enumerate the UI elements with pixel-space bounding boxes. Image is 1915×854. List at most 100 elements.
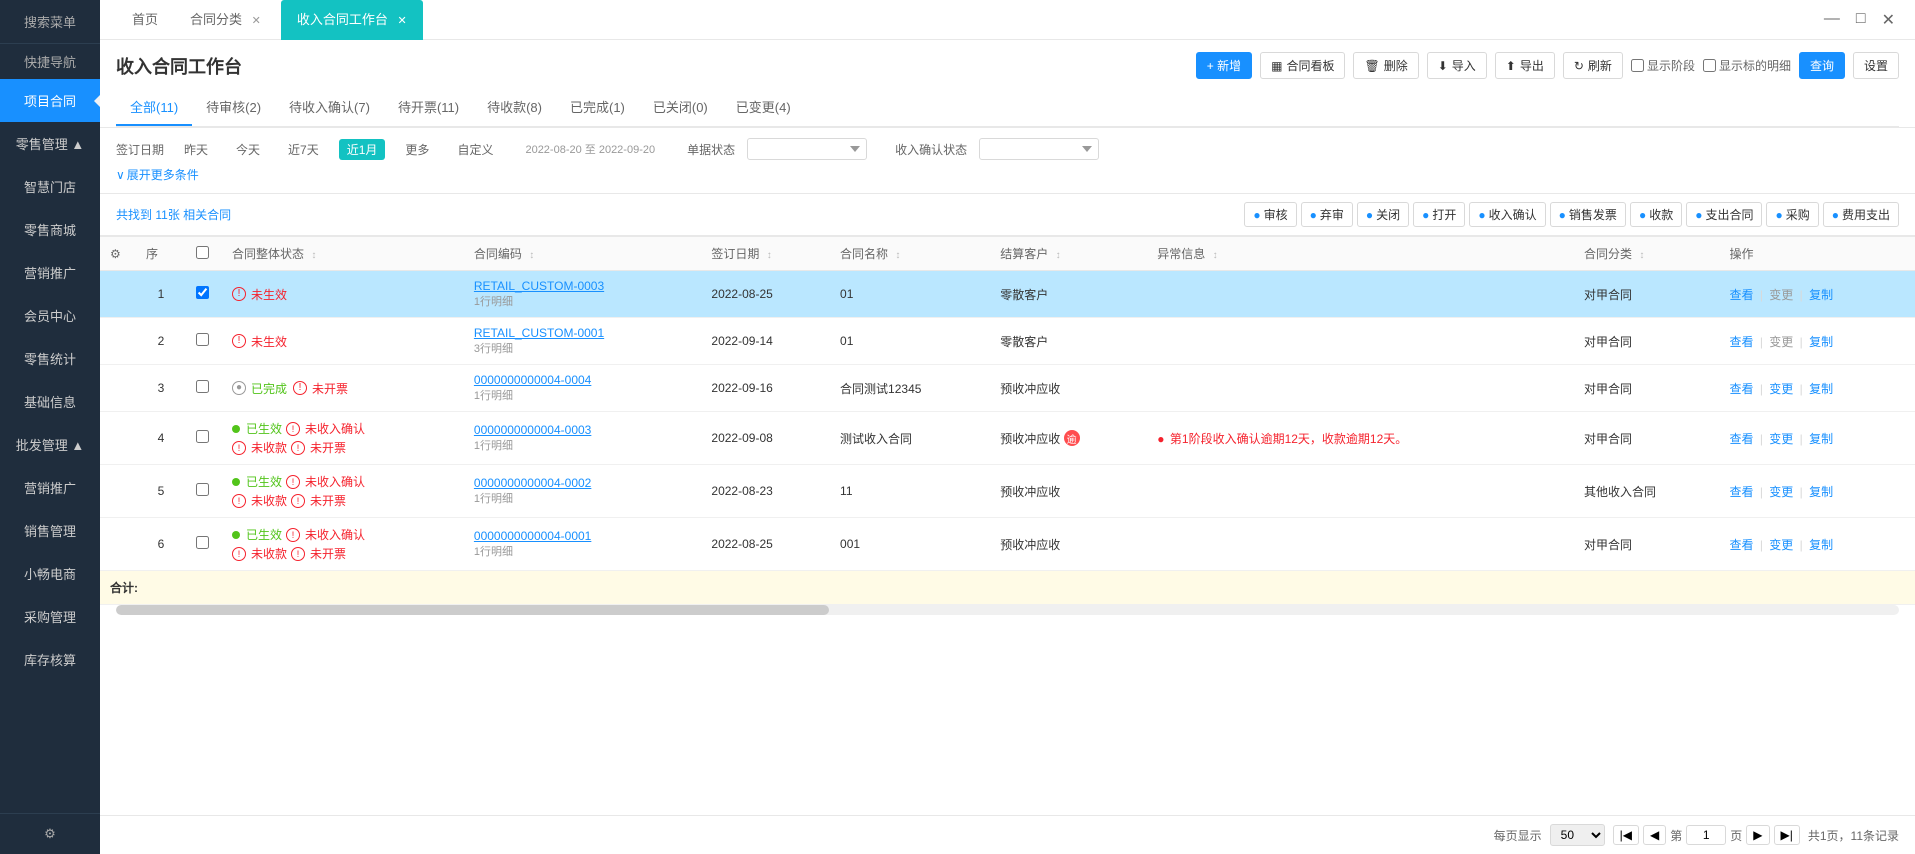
contract-link-1[interactable]: RETAIL_CUSTOM-0003 [474,279,692,293]
sidebar-item-retail-management[interactable]: 零售管理 ▲ [0,122,100,165]
tab-contract-category[interactable]: 合同分类 ✕ [174,0,277,40]
sidebar-item-basic-info[interactable]: 基础信息 [0,380,100,423]
op-copy-1[interactable]: 复制 [1809,288,1833,302]
show-stages-checkbox[interactable] [1631,59,1644,72]
op-view-2[interactable]: 查看 [1729,335,1753,349]
sidebar-settings[interactable]: ⚙ [0,813,100,854]
contract-link-5[interactable]: 0000000000004-0002 [474,476,692,490]
op-view-5[interactable]: 查看 [1729,485,1753,499]
select-all-checkbox[interactable] [196,246,209,259]
contract-link-6[interactable]: 0000000000004-0001 [474,529,692,543]
action-abandon-button[interactable]: ●弃审 [1301,202,1353,227]
page-prev-button[interactable]: ◀ [1643,825,1666,845]
sidebar-item-purchase-mgmt[interactable]: 采购管理 [0,595,100,638]
tab-contract-category-close[interactable]: ✕ [252,15,261,27]
action-review-button[interactable]: ●审核 [1244,202,1296,227]
date-btn-last7[interactable]: 近7天 [280,139,327,160]
row-checkbox-1[interactable] [196,286,209,299]
sidebar-item-wholesale-mgmt[interactable]: 批发管理 ▲ [0,423,100,466]
op-copy-5[interactable]: 复制 [1809,485,1833,499]
show-details-checkbox[interactable] [1703,59,1716,72]
sidebar-item-sales-mgmt[interactable]: 销售管理 [0,509,100,552]
row-checkbox-6[interactable] [196,536,209,549]
status-tab-all[interactable]: 全部(11) [116,89,192,126]
new-button[interactable]: + 新增 [1196,52,1252,79]
status-tab-completed[interactable]: 已完成(1) [556,89,639,126]
sidebar-item-marketing1[interactable]: 营销推广 [0,251,100,294]
sidebar-search[interactable]: 搜索菜单 [0,0,100,44]
op-change-5[interactable]: 变更 [1769,485,1793,499]
sidebar-item-inventory[interactable]: 库存核算 [0,638,100,681]
close-window-button[interactable]: ✕ [1878,10,1899,30]
tab-income-workbench-close[interactable]: ✕ [398,15,407,27]
status-tab-changed[interactable]: 已变更(4) [722,89,805,126]
op-view-1[interactable]: 查看 [1729,288,1753,302]
page-input[interactable] [1686,825,1726,845]
date-btn-today[interactable]: 今天 [228,139,268,160]
refresh-button[interactable]: ↻ 刷新 [1563,52,1623,79]
minimize-button[interactable]: — [1820,10,1844,30]
action-income-confirm-button[interactable]: ●收入确认 [1469,202,1545,227]
status-tab-pending-invoice[interactable]: 待开票(11) [384,89,473,126]
op-view-6[interactable]: 查看 [1729,538,1753,552]
date-btn-more[interactable]: 更多 [397,139,437,160]
settings-button[interactable]: 设置 [1853,52,1899,79]
delete-button[interactable]: 🗑 删除 [1353,52,1418,79]
action-expense-output-button[interactable]: ●费用支出 [1823,202,1899,227]
row-checkbox-4[interactable] [196,430,209,443]
scroll-bar-hint[interactable] [116,605,1899,615]
maximize-button[interactable]: □ [1852,10,1870,30]
page-last-button[interactable]: ▶| [1774,825,1800,845]
doc-status-select[interactable] [747,138,867,160]
import-button[interactable]: ⬇ 导入 [1427,52,1487,79]
tab-home[interactable]: 首页 [116,0,174,40]
sidebar-item-project-contract[interactable]: 项目合同 [0,79,100,122]
page-first-button[interactable]: |◀ [1613,825,1639,845]
action-payment-button[interactable]: ●收款 [1630,202,1682,227]
op-change-4[interactable]: 变更 [1769,432,1793,446]
action-output-contract-button[interactable]: ●支出合同 [1686,202,1762,227]
date-btn-custom[interactable]: 自定义 [449,139,501,160]
status-tab-pending-review[interactable]: 待审核(2) [192,89,275,126]
expand-more-conditions[interactable]: ∨ 展开更多条件 [116,166,199,183]
action-open-button[interactable]: ●打开 [1413,202,1465,227]
op-copy-4[interactable]: 复制 [1809,432,1833,446]
sidebar-item-marketing2[interactable]: 营销推广 [0,466,100,509]
page-size-select[interactable]: 10 20 50 100 [1550,824,1605,846]
tab-income-workbench[interactable]: 收入合同工作台 ✕ [281,0,423,40]
query-button[interactable]: 查询 [1799,52,1845,79]
export-button[interactable]: ⬆ 导出 [1495,52,1555,79]
op-copy-6[interactable]: 复制 [1809,538,1833,552]
op-change-3[interactable]: 变更 [1769,382,1793,396]
date-btn-yesterday[interactable]: 昨天 [176,139,216,160]
sidebar-item-xiaochang[interactable]: 小畅电商 [0,552,100,595]
op-view-4[interactable]: 查看 [1729,432,1753,446]
action-purchase-button[interactable]: ●采购 [1766,202,1818,227]
contract-link-4[interactable]: 0000000000004-0003 [474,423,692,437]
status-tab-pending-payment[interactable]: 待收款(8) [473,89,556,126]
date-btn-last1month[interactable]: 近1月 [339,139,386,160]
row-checkbox-5[interactable] [196,483,209,496]
op-change-1[interactable]: 变更 [1769,288,1793,302]
sidebar-item-member-center[interactable]: 会员中心 [0,294,100,337]
op-change-6[interactable]: 变更 [1769,538,1793,552]
action-sales-invoice-button[interactable]: ●销售发票 [1550,202,1626,227]
contract-link-2[interactable]: RETAIL_CUSTOM-0001 [474,326,692,340]
sidebar-item-retail-stats[interactable]: 零售统计 [0,337,100,380]
action-close-button[interactable]: ●关闭 [1357,202,1409,227]
op-view-3[interactable]: 查看 [1729,382,1753,396]
row-checkbox-2[interactable] [196,333,209,346]
op-copy-3[interactable]: 复制 [1809,382,1833,396]
sidebar-item-retail-mall[interactable]: 零售商城 [0,208,100,251]
op-copy-2[interactable]: 复制 [1809,335,1833,349]
contract-link-3[interactable]: 0000000000004-0004 [474,373,692,387]
contract-board-button[interactable]: ▦ 合同看板 [1260,52,1345,79]
row-checkbox-3[interactable] [196,380,209,393]
status-tab-pending-income-confirm[interactable]: 待收入确认(7) [275,89,384,126]
sidebar-quick-nav[interactable]: 快捷导航 [0,44,100,79]
status-tab-closed[interactable]: 已关闭(0) [639,89,722,126]
op-change-2[interactable]: 变更 [1769,335,1793,349]
page-next-button[interactable]: ▶ [1746,825,1769,845]
sidebar-item-smart-store[interactable]: 智慧门店 [0,165,100,208]
col-config[interactable]: ⚙ [100,237,136,271]
